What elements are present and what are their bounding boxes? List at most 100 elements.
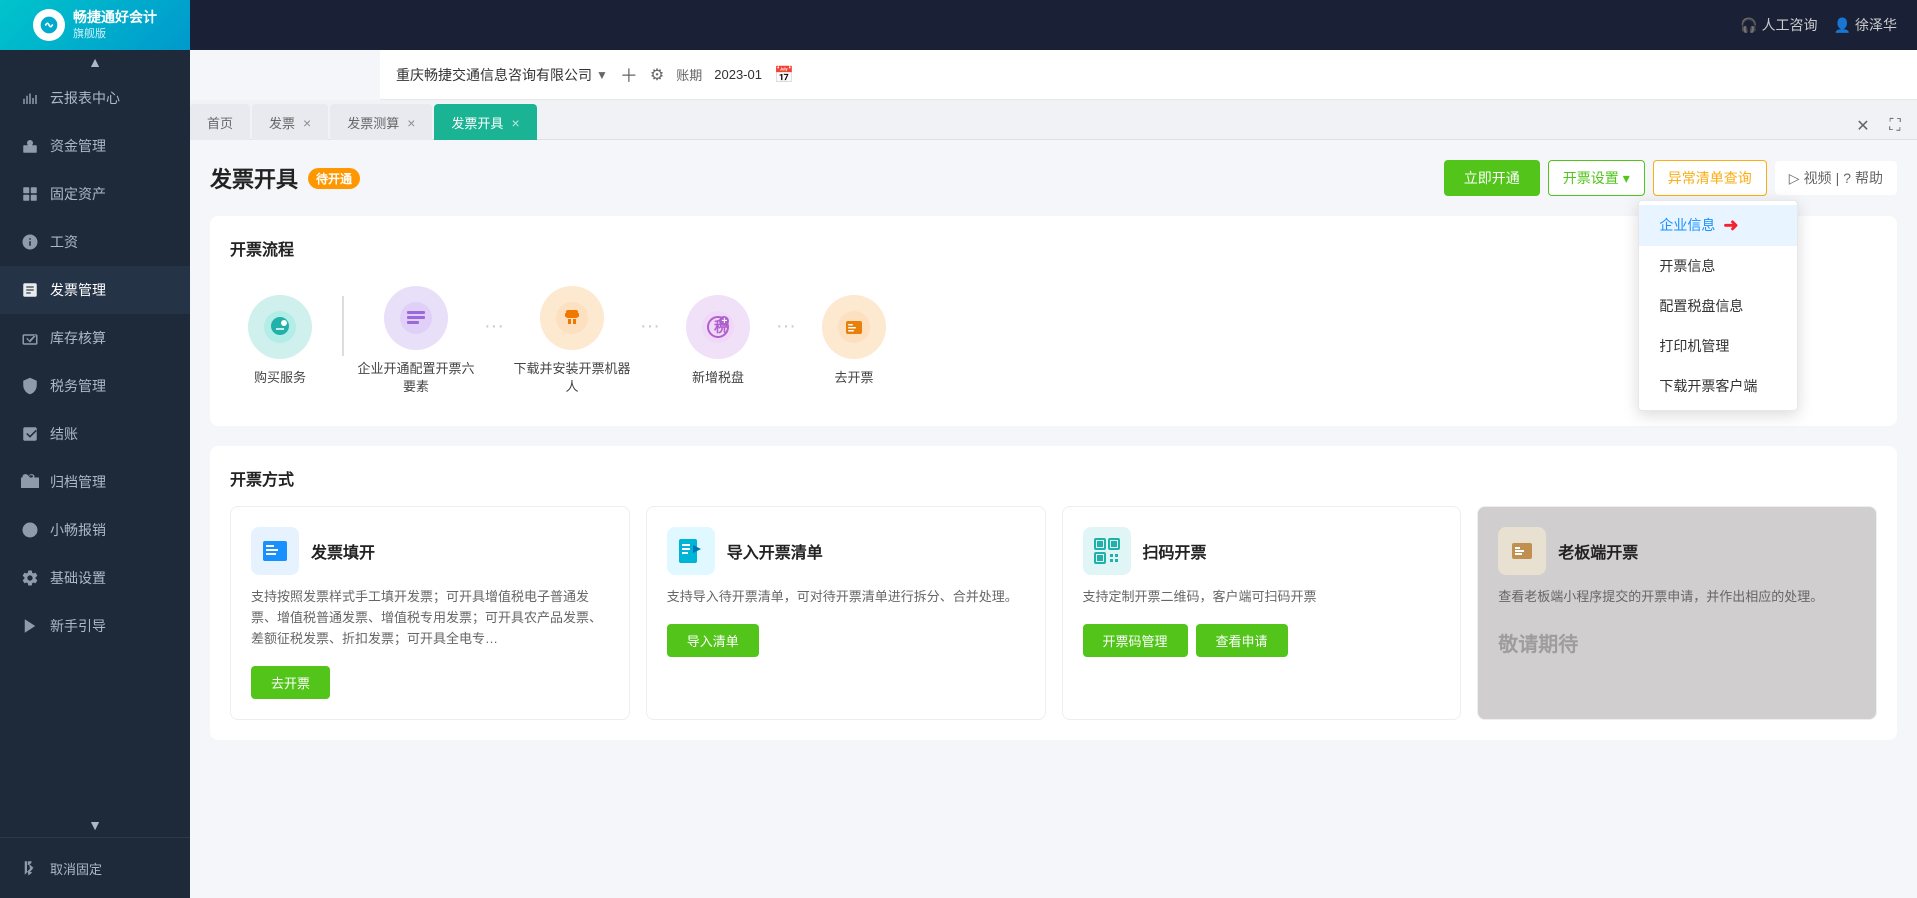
sidebar-label: 取消固定	[50, 859, 102, 878]
abnormal-btn[interactable]: 异常清单查询	[1653, 160, 1767, 196]
process-icon-5	[822, 295, 886, 359]
header-actions: 立即开通 开票设置 ▾ 企业信息 ➜ 开票信息	[1444, 160, 1897, 196]
sidebar-label: 小畅报销	[50, 520, 106, 540]
method-card-import: 导入开票清单 支持导入待开票清单，可对待开票清单进行拆分、合并处理。 导入清单	[646, 506, 1046, 719]
settings-icon	[20, 568, 40, 588]
sidebar-scroll-down[interactable]: ▼	[0, 813, 190, 837]
video-btn[interactable]: ▷ 视频 | ? 帮助	[1775, 161, 1897, 195]
sidebar-item-guide[interactable]: 新手引导	[0, 602, 190, 650]
sidebar-item-settings[interactable]: 基础设置	[0, 554, 190, 602]
process-label-4: 新增税盘	[692, 369, 744, 387]
stock-icon	[20, 328, 40, 348]
process-label-3: 下载并安装开票机器人	[512, 360, 632, 396]
qr-manage-btn[interactable]: 开票码管理	[1083, 624, 1188, 657]
tab-invoice-issue[interactable]: 发票开具 ×	[434, 104, 536, 140]
sidebar-item-close-account[interactable]: 结账	[0, 410, 190, 458]
method-title-boss: 老板端开票	[1558, 539, 1638, 563]
sidebar-label: 工资	[50, 232, 78, 252]
sidebar-item-archive[interactable]: 归档管理	[0, 458, 190, 506]
pending-badge: 敬请期待	[1498, 628, 1856, 657]
sidebar-label: 基础设置	[50, 568, 106, 588]
sidebar-label: 库存核算	[50, 328, 106, 348]
settings-btn-label: 开票设置	[1563, 168, 1619, 188]
tab-invoice-calc-close[interactable]: ×	[407, 115, 415, 131]
company-name-display[interactable]: 重庆畅捷交通信息咨询有限公司 ▼	[396, 65, 608, 85]
method-grid: 发票填开 支持按照发票样式手工填开发票；可开具增值税电子普通发票、增值税普通发票…	[230, 506, 1877, 719]
process-step-5: 去开票	[804, 295, 904, 387]
method-desc-scan: 支持定制开票二维码，客户端可扫码开票	[1083, 587, 1441, 608]
process-connector-3: ···	[632, 315, 668, 338]
tab-invoice-calc[interactable]: 发票测算 ×	[330, 104, 432, 140]
logo-subtitle: 旗舰版	[73, 25, 157, 41]
page-title-area: 发票开具 待开通	[210, 162, 360, 194]
tabs-bar: 首页 发票 × 发票测算 × 发票开具 × ✕ ⛶	[190, 100, 1917, 140]
page-header: 发票开具 待开通 立即开通 开票设置 ▾ 企业信息 ➜	[210, 160, 1897, 196]
process-label-2: 企业开通配置开票六要素	[356, 360, 476, 396]
tab-home[interactable]: 首页	[190, 104, 250, 140]
dropdown-item-printer[interactable]: 打印机管理	[1639, 326, 1797, 366]
company-bar: 重庆畅捷交通信息咨询有限公司 ▼ ＋ ⚙ 账期 2023-01 📅	[380, 50, 1917, 100]
tab-invoice-close[interactable]: ×	[303, 115, 311, 131]
tab-invoice[interactable]: 发票 ×	[252, 104, 328, 140]
sidebar-item-fund[interactable]: 资金管理	[0, 122, 190, 170]
sidebar-item-salary[interactable]: 工资	[0, 218, 190, 266]
calendar-icon[interactable]: 📅	[774, 65, 794, 85]
method-desc-boss: 查看老板端小程序提交的开票申请，并作出相应的处理。	[1498, 587, 1856, 608]
company-settings-btn[interactable]: ⚙	[650, 65, 664, 85]
red-arrow-icon: ➜	[1723, 215, 1738, 236]
methods-section: 开票方式	[210, 446, 1897, 739]
dropdown-item-invoice-info[interactable]: 开票信息	[1639, 246, 1797, 286]
dropdown-item-download-client[interactable]: 下载开票客户端	[1639, 366, 1797, 406]
sidebar-item-stock[interactable]: 库存核算	[0, 314, 190, 362]
sidebar-label: 固定资产	[50, 184, 106, 204]
settings-dropdown: 企业信息 ➜ 开票信息 配置税盘信息 打印机管理 下	[1638, 200, 1798, 411]
settings-btn[interactable]: 开票设置 ▾	[1548, 160, 1645, 196]
sidebar-label: 税务管理	[50, 376, 106, 396]
tab-close-btn[interactable]: ✕	[1849, 112, 1877, 140]
sidebar-scroll-up[interactable]: ▲	[0, 50, 190, 74]
sidebar-label: 发票管理	[50, 280, 106, 300]
sidebar-item-expense[interactable]: 小畅报销	[0, 506, 190, 554]
sidebar-item-invoice[interactable]: 发票管理	[0, 266, 190, 314]
help-consult-btn[interactable]: 🎧 人工咨询	[1740, 15, 1817, 35]
process-label-5: 去开票	[834, 369, 873, 387]
tax-icon	[20, 376, 40, 396]
dropdown-item-tax-config[interactable]: 配置税盘信息	[1639, 286, 1797, 326]
process-connector-1	[342, 296, 344, 356]
process-step-1: 购买服务	[230, 295, 330, 387]
sidebar-item-asset[interactable]: 固定资产	[0, 170, 190, 218]
tab-invoice-issue-close[interactable]: ×	[511, 115, 519, 131]
tab-invoice-issue-label: 发票开具	[451, 113, 503, 132]
method-icon-import	[667, 527, 715, 575]
user-profile-btn[interactable]: 👤 徐泽华	[1834, 15, 1897, 35]
process-step-3: 下载并安装开票机器人	[512, 286, 632, 396]
close-account-icon	[20, 424, 40, 444]
import-list-btn[interactable]: 导入清单	[667, 624, 759, 657]
method-icon-fill	[251, 527, 299, 575]
go-invoice-btn[interactable]: 去开票	[251, 666, 330, 699]
app-layout: ▲ 云报表中心 资金管理 固定资产	[0, 50, 1917, 898]
method-card-scan-header: 扫码开票	[1083, 527, 1441, 575]
tab-maximize-btn[interactable]: ⛶	[1881, 112, 1909, 140]
process-flow: 购买服务 企业开通配置开票六要素	[230, 276, 1877, 406]
logo-icon	[33, 9, 65, 41]
sidebar-bottom: 取消固定	[0, 837, 190, 898]
sidebar-label: 资金管理	[50, 136, 106, 156]
fund-icon	[20, 136, 40, 156]
sidebar-item-unpin[interactable]: 取消固定	[0, 848, 190, 888]
sidebar-label: 归档管理	[50, 472, 106, 492]
activate-btn[interactable]: 立即开通	[1444, 160, 1540, 196]
dropdown-company-info-label: 企业信息	[1659, 215, 1715, 235]
tab-home-label: 首页	[207, 113, 233, 132]
dropdown-item-company-info[interactable]: 企业信息 ➜	[1639, 205, 1797, 246]
method-icon-scan	[1083, 527, 1131, 575]
sidebar-item-cloud-report[interactable]: 云报表中心	[0, 74, 190, 122]
unpin-icon	[20, 858, 40, 878]
view-apply-btn[interactable]: 查看申请	[1196, 624, 1288, 657]
process-step-4: 税 + 新增税盘	[668, 295, 768, 387]
help-label: 帮助	[1855, 168, 1883, 188]
sidebar-item-tax[interactable]: 税务管理	[0, 362, 190, 410]
content-area: 重庆畅捷交通信息咨询有限公司 ▼ ＋ ⚙ 账期 2023-01 📅 首页 发票 …	[190, 50, 1917, 898]
add-company-btn[interactable]: ＋	[620, 62, 638, 88]
tab-invoice-label: 发票	[269, 113, 295, 132]
